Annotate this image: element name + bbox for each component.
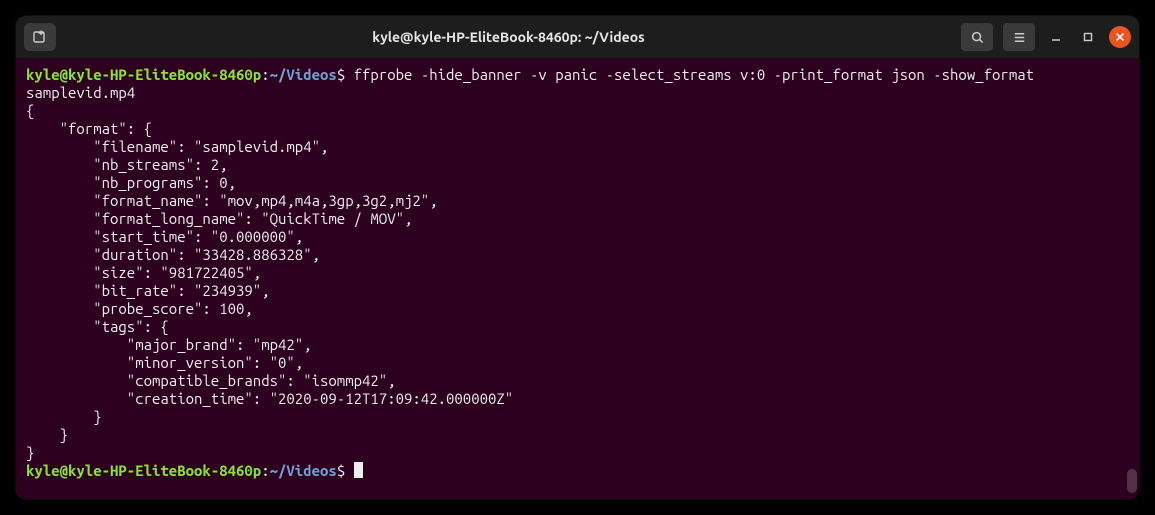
maximize-button[interactable] (1077, 26, 1099, 48)
search-button[interactable] (961, 23, 993, 51)
terminal-window: kyle@kyle-HP-EliteBook-8460p: ~/Videos k… (16, 16, 1139, 499)
prompt-dollar: $ (337, 66, 345, 83)
cursor (354, 462, 363, 478)
scrollbar-thumb[interactable] (1127, 469, 1137, 493)
close-button[interactable] (1109, 26, 1131, 48)
prompt-path: ~/Videos (270, 66, 337, 83)
window-title: kyle@kyle-HP-EliteBook-8460p: ~/Videos (64, 29, 953, 45)
prompt2-path: ~/Videos (270, 462, 337, 479)
minimize-button[interactable] (1045, 26, 1067, 48)
new-tab-button[interactable] (24, 23, 56, 51)
prompt2-dollar: $ (337, 462, 345, 479)
menu-button[interactable] (1003, 23, 1035, 51)
prompt-colon: : (261, 66, 269, 83)
output-text: { "format": { "filename": "samplevid.mp4… (26, 102, 513, 461)
prompt2-colon: : (261, 462, 269, 479)
prompt2-user-host: kyle@kyle-HP-EliteBook-8460p (26, 462, 261, 479)
titlebar: kyle@kyle-HP-EliteBook-8460p: ~/Videos (16, 16, 1139, 58)
terminal-body[interactable]: kyle@kyle-HP-EliteBook-8460p:~/Videos$ f… (16, 58, 1139, 490)
prompt-user-host: kyle@kyle-HP-EliteBook-8460p (26, 66, 261, 83)
